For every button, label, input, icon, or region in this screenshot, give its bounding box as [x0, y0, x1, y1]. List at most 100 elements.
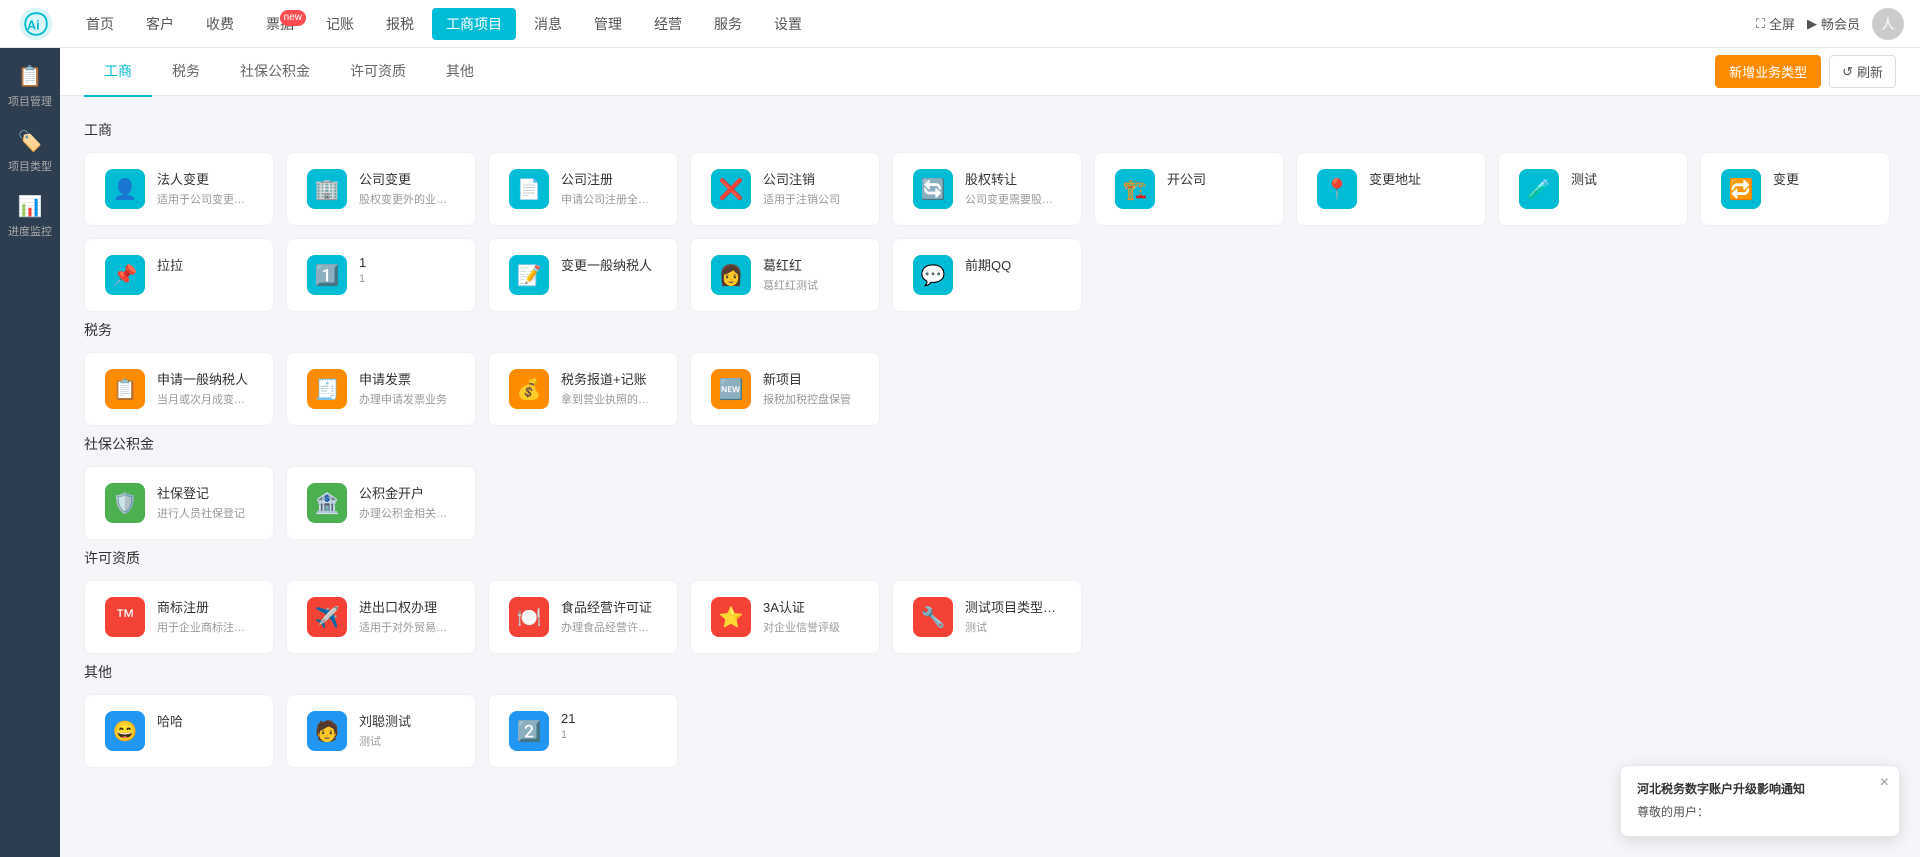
nav-item-经营[interactable]: 经营: [640, 8, 696, 40]
card-icon: 🏢: [307, 169, 347, 209]
card-0-0[interactable]: 👤 法人变更 适用于公司变更法人: [84, 152, 274, 226]
card-icon: 🔁: [1721, 169, 1761, 209]
card-name: 测试: [1571, 169, 1667, 188]
sidebar-item-1[interactable]: 🏷️ 项目类型: [4, 121, 56, 182]
card-desc: 股权变更外的业务变更: [359, 191, 455, 207]
card-name: 社保登记: [157, 483, 253, 502]
nav-item-设置[interactable]: 设置: [760, 8, 816, 40]
card-0-1[interactable]: 🏢 公司变更 股权变更外的业务变更: [286, 152, 476, 226]
notification-close-button[interactable]: ×: [1880, 774, 1889, 792]
card-desc: 适用于公司变更法人: [157, 191, 253, 207]
nav-item-票据[interactable]: 票据new: [252, 8, 308, 40]
card-0-3[interactable]: ❌ 公司注销 适用于注销公司: [690, 152, 880, 226]
card-name: 商标注册: [157, 597, 253, 616]
card-4-0[interactable]: 😄 哈哈: [84, 694, 274, 768]
card-3-1[interactable]: ✈️ 进出口权办理 适用于对外贸易经营者: [286, 580, 476, 654]
card-name: 拉拉: [157, 255, 253, 274]
card-icon: 💬: [913, 255, 953, 295]
card-0-13[interactable]: 💬 前期QQ: [892, 238, 1082, 312]
card-info: 商标注册 用于企业商标注册服务: [157, 597, 253, 635]
card-desc: 办理公积金相关业务: [359, 505, 455, 521]
notification-body: 尊敬的用户：: [1637, 803, 1883, 822]
nav-item-首页[interactable]: 首页: [72, 8, 128, 40]
nav-items: 首页客户收费票据new记账报税工商项目消息管理经营服务设置: [72, 8, 1756, 40]
card-4-2[interactable]: 2️⃣ 21 1: [488, 694, 678, 768]
avatar[interactable]: 人: [1872, 8, 1904, 40]
nav-item-客户[interactable]: 客户: [132, 8, 188, 40]
nav-item-服务[interactable]: 服务: [700, 8, 756, 40]
new-type-button[interactable]: 新增业务类型: [1715, 55, 1821, 88]
card-info: 测试项目类型目定义 测试: [965, 597, 1061, 635]
card-icon: 🧪: [1519, 169, 1559, 209]
tab-其他[interactable]: 其他: [426, 47, 494, 97]
card-0-8[interactable]: 🔁 变更: [1700, 152, 1890, 226]
card-desc: 葛红红测试: [763, 277, 859, 293]
card-0-12[interactable]: 👩 葛红红 葛红红测试: [690, 238, 880, 312]
nav-item-消息[interactable]: 消息: [520, 8, 576, 40]
card-0-9[interactable]: 📌 拉拉: [84, 238, 274, 312]
card-info: 进出口权办理 适用于对外贸易经营者: [359, 597, 455, 635]
section-title-4: 其他: [84, 662, 1896, 682]
card-info: 税务报道+记账 拿到营业执照的新公司: [561, 369, 657, 407]
card-info: 社保登记 进行人员社保登记: [157, 483, 253, 521]
card-name: 变更地址: [1369, 169, 1465, 188]
sidebar-item-2[interactable]: 📊 进度监控: [4, 186, 56, 247]
card-icon: 📌: [105, 255, 145, 295]
card-1-3[interactable]: 🆕 新项目 报税加税控盘保管: [690, 352, 880, 426]
card-icon: 💰: [509, 369, 549, 409]
refresh-button[interactable]: ↺ 刷新: [1829, 55, 1896, 88]
card-3-3[interactable]: ⭐ 3A认证 对企业信誉评级: [690, 580, 880, 654]
card-name: 公司注册: [561, 169, 657, 188]
nav-item-报税[interactable]: 报税: [372, 8, 428, 40]
refresh-label: 刷新: [1857, 62, 1883, 81]
card-name: 公积金开户: [359, 483, 455, 502]
card-4-1[interactable]: 🧑 刘聪测试 测试: [286, 694, 476, 768]
card-0-11[interactable]: 📝 变更一般纳税人: [488, 238, 678, 312]
nav-item-记账[interactable]: 记账: [312, 8, 368, 40]
sidebar-icon: 📋: [18, 64, 43, 89]
card-icon: 📄: [509, 169, 549, 209]
tab-税务[interactable]: 税务: [152, 47, 220, 97]
card-icon: 🧑: [307, 711, 347, 751]
card-info: 拉拉: [157, 255, 253, 277]
card-icon: 👤: [105, 169, 145, 209]
nav-item-工商项目[interactable]: 工商项目: [432, 8, 516, 40]
card-0-2[interactable]: 📄 公司注册 申请公司注册全流程: [488, 152, 678, 226]
card-2-0[interactable]: 🛡️ 社保登记 进行人员社保登记: [84, 466, 274, 540]
card-0-6[interactable]: 📍 变更地址: [1296, 152, 1486, 226]
card-1-0[interactable]: 📋 申请一般纳税人 当月或次月成变更完成: [84, 352, 274, 426]
card-3-0[interactable]: ™ 商标注册 用于企业商标注册服务: [84, 580, 274, 654]
card-0-7[interactable]: 🧪 测试: [1498, 152, 1688, 226]
card-0-5[interactable]: 🏗️ 开公司: [1094, 152, 1284, 226]
card-0-10[interactable]: 1️⃣ 1 1: [286, 238, 476, 312]
card-info: 3A认证 对企业信誉评级: [763, 597, 859, 635]
card-desc: 测试: [359, 733, 455, 749]
content-area: 工商 👤 法人变更 适用于公司变更法人 🏢 公司变更 股权变更外的业务变更 📄 …: [60, 96, 1920, 792]
section-title-1: 税务: [84, 320, 1896, 340]
card-1-2[interactable]: 💰 税务报道+记账 拿到营业执照的新公司: [488, 352, 678, 426]
tab-社保公积金[interactable]: 社保公积金: [220, 47, 330, 97]
card-icon: 📋: [105, 369, 145, 409]
member-button[interactable]: ▶ 畅会员: [1807, 14, 1860, 33]
sidebar-item-0[interactable]: 📋 项目管理: [4, 56, 56, 117]
member-label: 畅会员: [1821, 14, 1860, 33]
card-3-2[interactable]: 🍽️ 食品经营许可证 办理食品经营许可证: [488, 580, 678, 654]
card-info: 刘聪测试 测试: [359, 711, 455, 749]
fullscreen-button[interactable]: ⛶ 全屏: [1756, 14, 1795, 33]
card-info: 哈哈: [157, 711, 253, 733]
card-3-4[interactable]: 🔧 测试项目类型目定义 测试: [892, 580, 1082, 654]
nav-item-管理[interactable]: 管理: [580, 8, 636, 40]
card-name: 葛红红: [763, 255, 859, 274]
nav-item-收费[interactable]: 收费: [192, 8, 248, 40]
cards-grid-4: 😄 哈哈 🧑 刘聪测试 测试 2️⃣ 21 1: [84, 694, 1896, 768]
card-icon: 🏦: [307, 483, 347, 523]
sidebar: 📋 项目管理 🏷️ 项目类型 📊 进度监控: [0, 48, 60, 857]
tab-工商[interactable]: 工商: [84, 47, 152, 97]
card-info: 公积金开户 办理公积金相关业务: [359, 483, 455, 521]
card-2-1[interactable]: 🏦 公积金开户 办理公积金相关业务: [286, 466, 476, 540]
card-1-1[interactable]: 🧾 申请发票 办理申请发票业务: [286, 352, 476, 426]
card-0-4[interactable]: 🔄 股权转让 公司变更需要股权转让: [892, 152, 1082, 226]
cards-grid-3: ™ 商标注册 用于企业商标注册服务 ✈️ 进出口权办理 适用于对外贸易经营者 🍽…: [84, 580, 1896, 654]
card-info: 申请发票 办理申请发票业务: [359, 369, 455, 407]
tab-许可资质[interactable]: 许可资质: [330, 47, 426, 97]
